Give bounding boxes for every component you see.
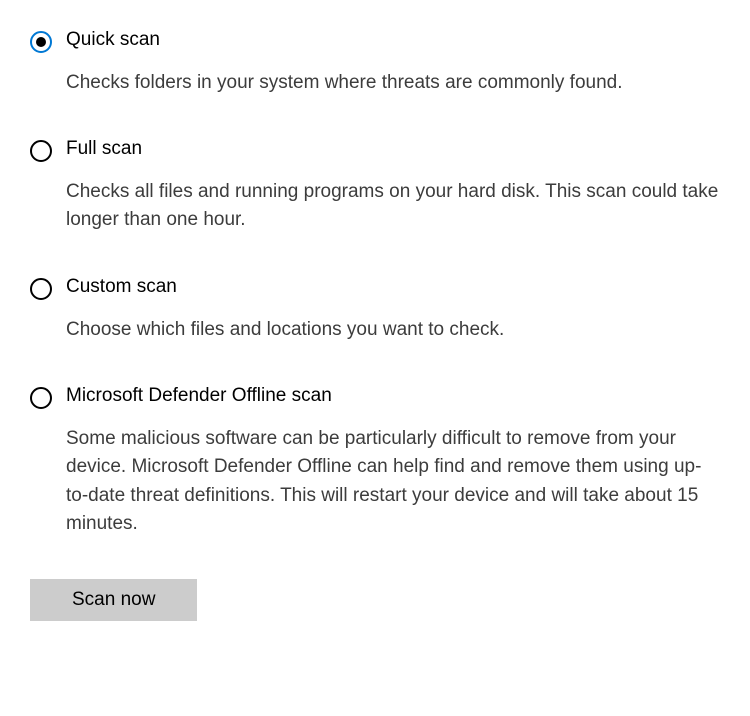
option-body: Microsoft Defender Offline scan Some mal… [66, 384, 720, 539]
option-body: Custom scan Choose which files and locat… [66, 275, 720, 344]
option-body: Quick scan Checks folders in your system… [66, 28, 720, 97]
scan-now-button[interactable]: Scan now [30, 579, 197, 621]
button-row: Scan now [30, 579, 720, 621]
option-desc: Checks all files and running programs on… [66, 178, 720, 235]
radio-offline-scan[interactable] [30, 387, 52, 409]
option-desc: Checks folders in your system where thre… [66, 69, 720, 98]
option-desc: Some malicious software can be particula… [66, 425, 720, 539]
option-full-scan[interactable]: Full scan Checks all files and running p… [30, 137, 720, 235]
option-quick-scan[interactable]: Quick scan Checks folders in your system… [30, 28, 720, 97]
option-title: Quick scan [66, 28, 720, 53]
option-title: Custom scan [66, 275, 720, 300]
option-body: Full scan Checks all files and running p… [66, 137, 720, 235]
radio-custom-scan[interactable] [30, 278, 52, 300]
option-title: Microsoft Defender Offline scan [66, 384, 720, 409]
option-custom-scan[interactable]: Custom scan Choose which files and locat… [30, 275, 720, 344]
option-desc: Choose which files and locations you wan… [66, 316, 720, 345]
option-title: Full scan [66, 137, 720, 162]
radio-full-scan[interactable] [30, 140, 52, 162]
radio-quick-scan[interactable] [30, 31, 52, 53]
option-offline-scan[interactable]: Microsoft Defender Offline scan Some mal… [30, 384, 720, 539]
